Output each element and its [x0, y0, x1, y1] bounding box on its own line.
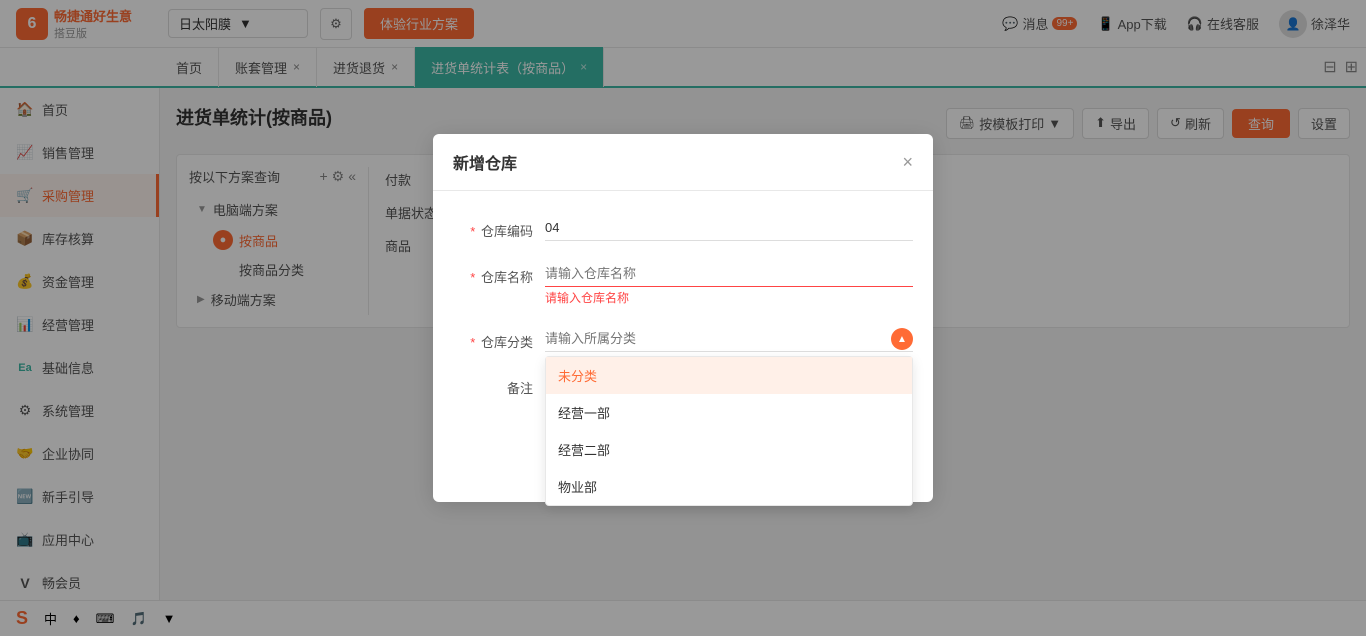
code-input-wrapper — [545, 215, 913, 241]
category-label-text: 仓库分类 — [481, 335, 533, 350]
dropdown-item-none[interactable]: 未分类 — [546, 357, 912, 394]
required-star-name: * — [470, 270, 475, 285]
category-label: * 仓库分类 — [453, 326, 533, 351]
category-dropdown-arrow[interactable]: ▲ — [891, 328, 913, 350]
note-label-text: 备注 — [507, 381, 533, 396]
name-label-text: 仓库名称 — [481, 270, 533, 285]
modal-overlay: 新增仓库 × * 仓库编码 * 仓库名称 — [0, 0, 1366, 636]
dropdown-item-dept2[interactable]: 经营二部 — [546, 431, 912, 468]
name-input-wrapper: 请输入仓库名称 — [545, 261, 913, 306]
category-input[interactable] — [545, 326, 913, 352]
new-warehouse-dialog: 新增仓库 × * 仓库编码 * 仓库名称 — [433, 134, 933, 502]
category-select-wrapper: ▲ 未分类 经营一部 经营二部 物业部 — [545, 326, 913, 352]
category-dropdown-list: 未分类 经营一部 经营二部 物业部 — [545, 356, 913, 506]
name-label: * 仓库名称 — [453, 261, 533, 286]
dialog-row-name: * 仓库名称 请输入仓库名称 — [453, 261, 913, 306]
dropdown-item-dept3[interactable]: 物业部 — [546, 468, 912, 505]
dialog-close-button[interactable]: × — [902, 152, 913, 173]
note-label: 备注 — [453, 372, 533, 397]
required-star-category: * — [470, 335, 475, 350]
dialog-header: 新增仓库 × — [433, 134, 933, 191]
dialog-row-code: * 仓库编码 — [453, 215, 913, 241]
dialog-title: 新增仓库 — [453, 150, 517, 174]
code-input[interactable] — [545, 215, 913, 241]
dialog-body: * 仓库编码 * 仓库名称 请输入仓库名称 — [433, 191, 933, 434]
code-label: * 仓库编码 — [453, 215, 533, 240]
code-label-text: 仓库编码 — [481, 224, 533, 239]
dialog-row-category: * 仓库分类 ▲ 未分类 经营一部 经营二部 物业部 — [453, 326, 913, 352]
required-star-code: * — [470, 224, 475, 239]
name-error-message: 请输入仓库名称 — [545, 289, 913, 306]
name-input[interactable] — [545, 261, 913, 287]
dropdown-item-dept1[interactable]: 经营一部 — [546, 394, 912, 431]
